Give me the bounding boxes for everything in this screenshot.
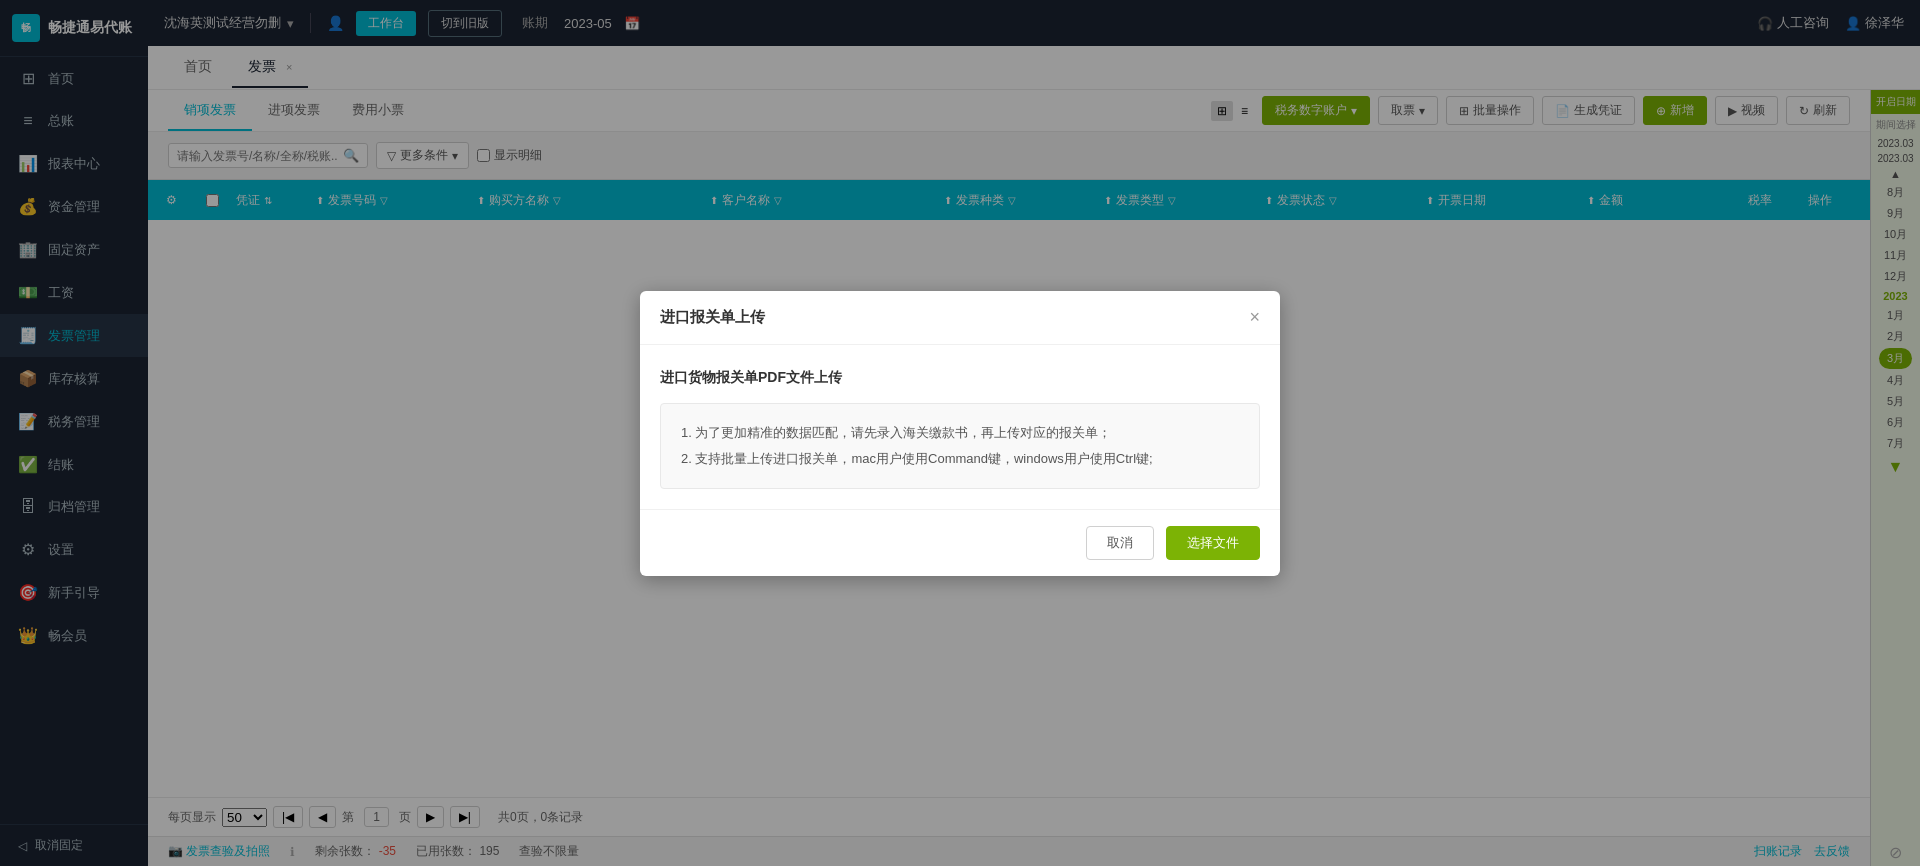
dialog-body: 进口货物报关单PDF文件上传 1. 为了更加精准的数据匹配，请先录入海关缴款书，…: [640, 345, 1280, 509]
dialog-info-item-2: 2. 支持批量上传进口报关单，mac用户使用Command键，windows用户…: [681, 446, 1239, 472]
dialog-header: 进口报关单上传 ×: [640, 291, 1280, 345]
dialog: 进口报关单上传 × 进口货物报关单PDF文件上传 1. 为了更加精准的数据匹配，…: [640, 291, 1280, 576]
dialog-close-button[interactable]: ×: [1249, 307, 1260, 328]
dialog-info-item-1: 1. 为了更加精准的数据匹配，请先录入海关缴款书，再上传对应的报关单；: [681, 420, 1239, 446]
dialog-footer: 取消 选择文件: [640, 509, 1280, 576]
dialog-confirm-button[interactable]: 选择文件: [1166, 526, 1260, 560]
dialog-title: 进口报关单上传: [660, 308, 765, 327]
modal-overlay[interactable]: 进口报关单上传 × 进口货物报关单PDF文件上传 1. 为了更加精准的数据匹配，…: [0, 0, 1920, 866]
dialog-info-box: 1. 为了更加精准的数据匹配，请先录入海关缴款书，再上传对应的报关单； 2. 支…: [660, 403, 1260, 489]
dialog-subtitle: 进口货物报关单PDF文件上传: [660, 369, 1260, 387]
dialog-cancel-button[interactable]: 取消: [1086, 526, 1154, 560]
